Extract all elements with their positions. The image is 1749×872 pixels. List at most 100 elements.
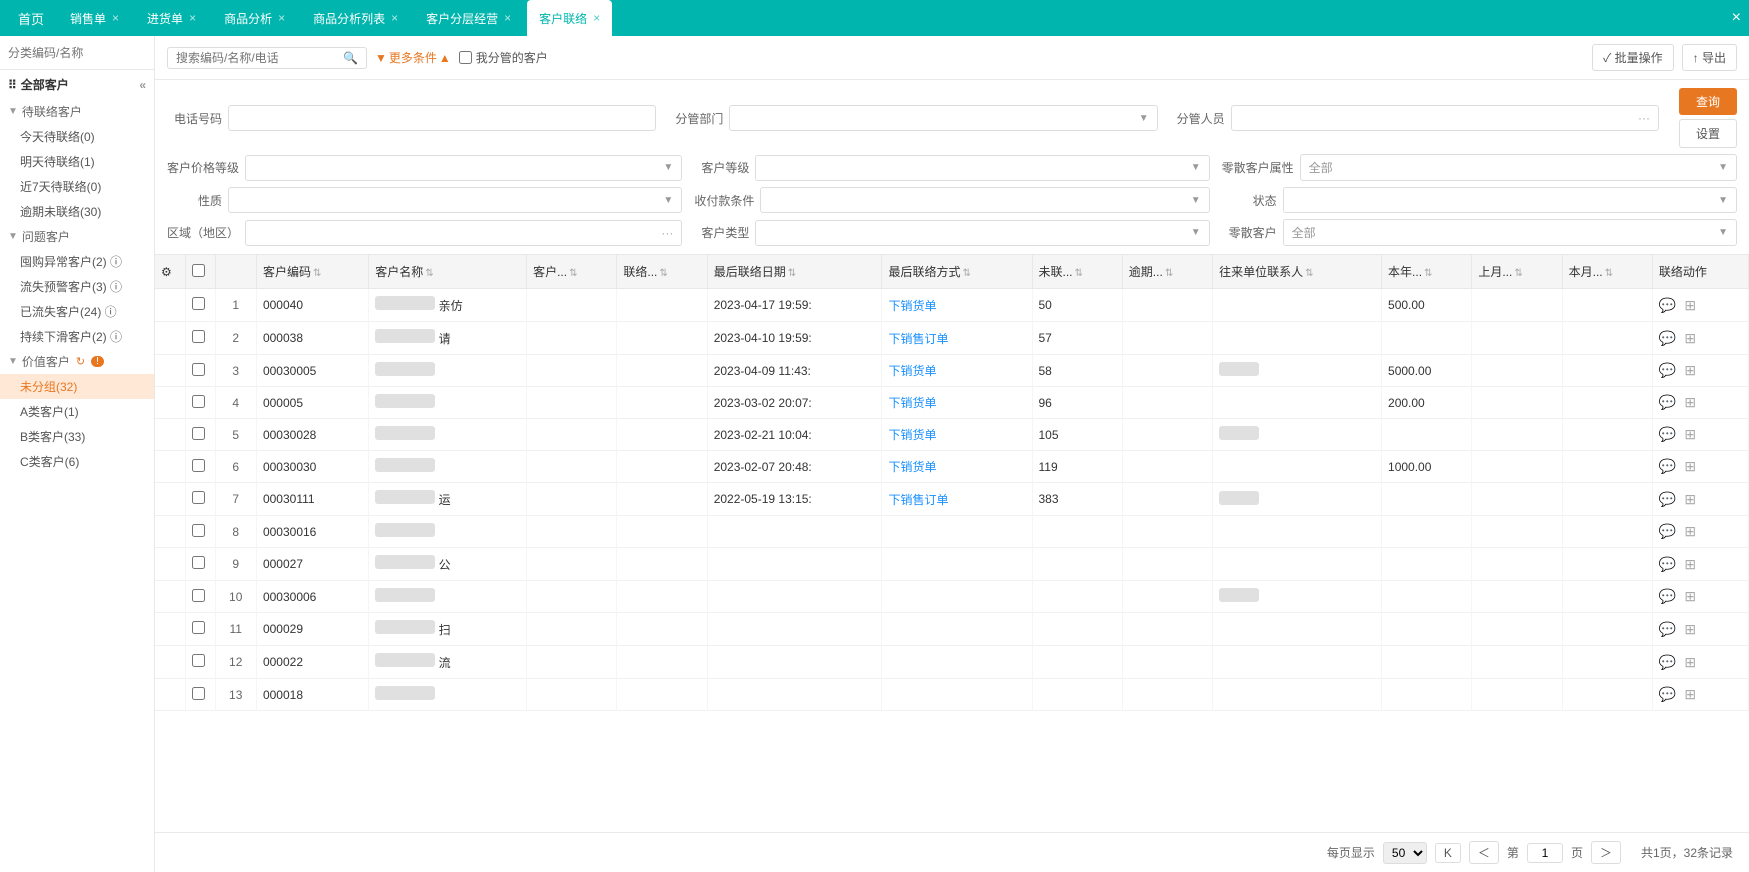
row-checkbox[interactable] <box>192 687 205 700</box>
sidebar-item-class-a[interactable]: A类客户(1) <box>0 399 154 424</box>
chat-icon[interactable]: 💬 <box>1659 458 1676 475</box>
th-no-contact[interactable]: 未联...⇅ <box>1032 255 1122 289</box>
td-checkbox[interactable] <box>185 322 215 355</box>
export-button[interactable]: ↑ 导出 <box>1682 44 1737 71</box>
th-settings[interactable]: ⚙ <box>155 255 185 289</box>
close-customer-tier-tab[interactable]: × <box>504 11 511 25</box>
td-checkbox[interactable] <box>185 387 215 419</box>
td-checkbox[interactable] <box>185 581 215 613</box>
row-checkbox[interactable] <box>192 556 205 569</box>
row-checkbox[interactable] <box>192 330 205 343</box>
sidebar-item-class-c[interactable]: C类客户(6) <box>0 449 154 474</box>
sidebar-item-declining[interactable]: 持续下滑客户(2) ⓘ <box>0 324 154 349</box>
sidebar-item-overdue[interactable]: 逾期未联络(30) <box>0 199 154 224</box>
sidebar-item-class-b[interactable]: B类客户(33) <box>0 424 154 449</box>
sidebar-item-tomorrow[interactable]: 明天待联络(1) <box>0 149 154 174</box>
sidebar-item-churn-warn[interactable]: 流失预警客户(3) ⓘ <box>0 274 154 299</box>
grid-action-icon[interactable]: ⊞ <box>1684 523 1696 540</box>
query-button[interactable]: 查询 <box>1679 88 1737 115</box>
chat-icon[interactable]: 💬 <box>1659 491 1676 508</box>
chat-icon[interactable]: 💬 <box>1659 654 1676 671</box>
grid-action-icon[interactable]: ⊞ <box>1684 297 1696 314</box>
grid-action-icon[interactable]: ⊞ <box>1684 394 1696 411</box>
next-page-button[interactable]: ＞ <box>1591 841 1621 864</box>
prev-page-button[interactable]: ＜ <box>1469 841 1499 864</box>
sidebar-search-input[interactable] <box>8 46 155 60</box>
main-close-button[interactable]: × <box>1732 9 1741 27</box>
dept-select[interactable]: ▼ <box>729 105 1157 131</box>
sidebar-group-value[interactable]: ▼ 价值客户 ↻ ! <box>0 349 154 374</box>
chat-icon[interactable]: 💬 <box>1659 426 1676 443</box>
th-last-month[interactable]: 上月...⇅ <box>1472 255 1562 289</box>
nav-tab-sales[interactable]: 销售单 × <box>58 0 131 36</box>
td-checkbox[interactable] <box>185 613 215 646</box>
reset-button[interactable]: 设置 <box>1679 119 1737 148</box>
th-checkbox[interactable] <box>185 255 215 289</box>
first-page-button[interactable]: K <box>1435 843 1461 863</box>
close-customer-contact-tab[interactable]: × <box>593 11 600 25</box>
person-select[interactable]: ··· <box>1231 105 1659 131</box>
sidebar-group-pending[interactable]: ▼ 待联络客户 <box>0 99 154 124</box>
td-checkbox[interactable] <box>185 419 215 451</box>
chat-icon[interactable]: 💬 <box>1659 556 1676 573</box>
last-method-link[interactable]: 下销货单 <box>888 460 936 474</box>
td-checkbox[interactable] <box>185 289 215 322</box>
sidebar-item-ungroup[interactable]: 未分组(32) <box>0 374 154 399</box>
nature-select[interactable]: ▼ <box>228 187 682 213</box>
chat-icon[interactable]: 💬 <box>1659 330 1676 347</box>
close-analysis-list-tab[interactable]: × <box>391 11 398 25</box>
grid-action-icon[interactable]: ⊞ <box>1684 362 1696 379</box>
th-type[interactable]: 客户...⇅ <box>527 255 617 289</box>
grid-action-icon[interactable]: ⊞ <box>1684 426 1696 443</box>
chat-icon[interactable]: 💬 <box>1659 362 1676 379</box>
row-checkbox[interactable] <box>192 654 205 667</box>
nav-tab-analysis-list[interactable]: 商品分析列表 × <box>301 0 410 36</box>
batch-ops-button[interactable]: ✓ 批量操作 <box>1592 44 1674 71</box>
grid-action-icon[interactable]: ⊞ <box>1684 686 1696 703</box>
cust-grade-select[interactable]: ▼ <box>755 155 1209 181</box>
td-checkbox[interactable] <box>185 451 215 483</box>
row-checkbox[interactable] <box>192 589 205 602</box>
chat-icon[interactable]: 💬 <box>1659 394 1676 411</box>
td-checkbox[interactable] <box>185 548 215 581</box>
sidebar-item-7days[interactable]: 近7天待联络(0) <box>0 174 154 199</box>
chat-icon[interactable]: 💬 <box>1659 297 1676 314</box>
filter-more-conditions[interactable]: ▼ 更多条件 ▲ <box>375 49 451 66</box>
td-checkbox[interactable] <box>185 646 215 679</box>
price-grade-select[interactable]: ▼ <box>245 155 682 181</box>
th-contact-person[interactable]: 往来单位联系人⇅ <box>1213 255 1382 289</box>
grid-action-icon[interactable]: ⊞ <box>1684 654 1696 671</box>
cust-type-select[interactable]: ▼ <box>755 220 1209 246</box>
td-checkbox[interactable] <box>185 483 215 516</box>
nav-tab-purchase[interactable]: 进货单 × <box>135 0 208 36</box>
row-checkbox[interactable] <box>192 621 205 634</box>
nav-home[interactable]: 首页 <box>8 9 54 28</box>
chat-icon[interactable]: 💬 <box>1659 523 1676 540</box>
my-customers-checkbox[interactable]: 我分管的客户 <box>459 49 548 66</box>
chat-icon[interactable]: 💬 <box>1659 686 1676 703</box>
filter-search-input[interactable] <box>176 51 343 65</box>
sidebar-collapse-all[interactable]: « <box>139 78 146 92</box>
row-checkbox[interactable] <box>192 395 205 408</box>
td-checkbox[interactable] <box>185 679 215 711</box>
grid-action-icon[interactable]: ⊞ <box>1684 556 1696 573</box>
last-method-link[interactable]: 下销货单 <box>888 396 936 410</box>
sidebar-item-churned[interactable]: 已流失客户(24) ⓘ <box>0 299 154 324</box>
last-method-link[interactable]: 下销售订单 <box>888 493 948 507</box>
chat-icon[interactable]: 💬 <box>1659 621 1676 638</box>
sidebar-group-problem[interactable]: ▼ 问题客户 <box>0 224 154 249</box>
last-method-link[interactable]: 下销货单 <box>888 299 936 313</box>
grid-action-icon[interactable]: ⊞ <box>1684 458 1696 475</box>
status-select[interactable]: ▼ <box>1283 187 1737 213</box>
row-checkbox[interactable] <box>192 459 205 472</box>
sidebar-item-today[interactable]: 今天待联络(0) <box>0 124 154 149</box>
select-all-checkbox[interactable] <box>192 264 205 277</box>
phone-input[interactable] <box>228 105 656 131</box>
th-last-method[interactable]: 最后联络方式⇅ <box>882 255 1032 289</box>
close-analysis-tab[interactable]: × <box>278 11 285 25</box>
payment-select[interactable]: ▼ <box>760 187 1209 213</box>
th-this-month[interactable]: 本月...⇅ <box>1562 255 1652 289</box>
row-checkbox[interactable] <box>192 427 205 440</box>
row-checkbox[interactable] <box>192 524 205 537</box>
region-select[interactable]: ··· <box>245 220 682 246</box>
